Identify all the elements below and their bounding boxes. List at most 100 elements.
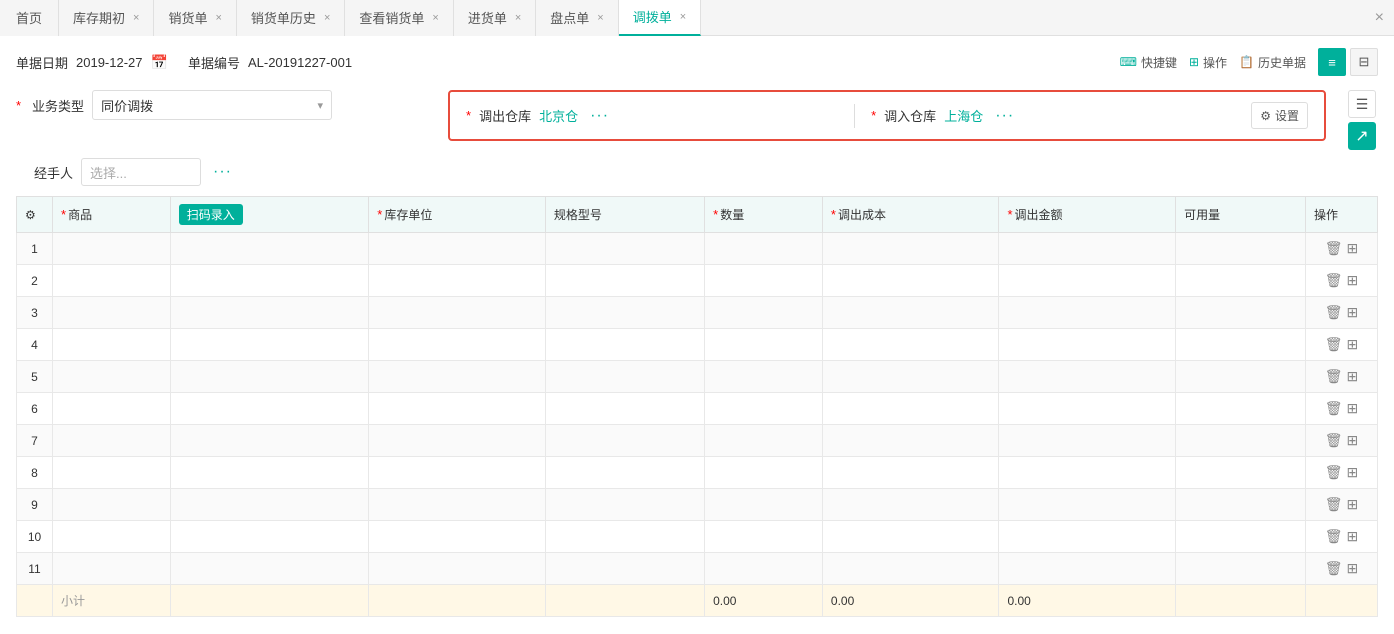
out-warehouse-value[interactable]: 北京仓 [539, 106, 578, 125]
tab-home[interactable]: 首页 [0, 0, 59, 36]
row-11-quantity[interactable] [705, 553, 823, 585]
row-6-cost[interactable] [822, 393, 999, 425]
row-10-unit[interactable] [369, 521, 546, 553]
row-5-unit[interactable] [369, 361, 546, 393]
history-btn[interactable]: 📋 历史单据 [1239, 54, 1306, 71]
row-6-product[interactable] [53, 393, 171, 425]
copy-icon-10[interactable]: ⊞ [1347, 528, 1359, 545]
sidebar-link-icon[interactable]: ↗ [1348, 122, 1376, 150]
row-4-unit[interactable] [369, 329, 546, 361]
row-8-amount[interactable] [999, 457, 1176, 489]
row-8-quantity[interactable] [705, 457, 823, 489]
row-9-quantity[interactable] [705, 489, 823, 521]
row-4-cost[interactable] [822, 329, 999, 361]
tab-view-sales-close[interactable]: × [432, 12, 438, 24]
row-10-amount[interactable] [999, 521, 1176, 553]
copy-icon-9[interactable]: ⊞ [1347, 496, 1359, 513]
row-2-spec[interactable] [545, 265, 704, 297]
row-3-cost[interactable] [822, 297, 999, 329]
row-7-spec[interactable] [545, 425, 704, 457]
row-5-cost[interactable] [822, 361, 999, 393]
copy-icon-11[interactable]: ⊞ [1347, 560, 1359, 577]
scan-button[interactable]: 扫码录入 [179, 204, 243, 225]
row-5-amount[interactable] [999, 361, 1176, 393]
row-6-spec[interactable] [545, 393, 704, 425]
operations-btn[interactable]: ⊞ 操作 [1189, 54, 1227, 71]
delete-icon-10[interactable]: 🗑 [1325, 528, 1343, 545]
delete-icon-9[interactable]: 🗑 [1325, 496, 1343, 513]
row-9-cost[interactable] [822, 489, 999, 521]
tab-transfer-order-close[interactable]: × [680, 11, 686, 23]
list-view-btn[interactable]: ≡ [1318, 48, 1346, 76]
delete-icon-6[interactable]: 🗑 [1325, 400, 1343, 417]
row-10-spec[interactable] [545, 521, 704, 553]
copy-icon-6[interactable]: ⊞ [1347, 400, 1359, 417]
delete-icon-1[interactable]: 🗑 [1325, 240, 1343, 257]
delete-icon-3[interactable]: 🗑 [1325, 304, 1343, 321]
row-11-amount[interactable] [999, 553, 1176, 585]
row-7-cost[interactable] [822, 425, 999, 457]
row-3-product[interactable] [53, 297, 171, 329]
calendar-icon[interactable]: 📅 [151, 54, 168, 71]
row-2-product[interactable] [53, 265, 171, 297]
row-3-spec[interactable] [545, 297, 704, 329]
out-warehouse-dots-btn[interactable]: ··· [586, 107, 613, 125]
sidebar-list-icon[interactable]: ☰ [1348, 90, 1376, 118]
row-2-cost[interactable] [822, 265, 999, 297]
copy-icon-7[interactable]: ⊞ [1347, 432, 1359, 449]
row-7-amount[interactable] [999, 425, 1176, 457]
tab-transfer-order[interactable]: 调拨单 × [619, 0, 701, 36]
row-3-amount[interactable] [999, 297, 1176, 329]
delete-icon-5[interactable]: 🗑 [1325, 368, 1343, 385]
row-6-quantity[interactable] [705, 393, 823, 425]
copy-icon-5[interactable]: ⊞ [1347, 368, 1359, 385]
row-1-spec[interactable] [545, 233, 704, 265]
tab-inventory-check[interactable]: 盘点单 × [536, 0, 618, 36]
row-4-product[interactable] [53, 329, 171, 361]
row-5-product[interactable] [53, 361, 171, 393]
handler-dots-btn[interactable]: ··· [209, 163, 236, 181]
in-warehouse-dots-btn[interactable]: ··· [991, 107, 1018, 125]
delete-icon-4[interactable]: 🗑 [1325, 336, 1343, 353]
copy-icon-1[interactable]: ⊞ [1347, 240, 1359, 257]
row-1-amount[interactable] [999, 233, 1176, 265]
row-2-amount[interactable] [999, 265, 1176, 297]
row-1-product[interactable] [53, 233, 171, 265]
row-8-spec[interactable] [545, 457, 704, 489]
row-8-unit[interactable] [369, 457, 546, 489]
row-8-product[interactable] [53, 457, 171, 489]
th-gear[interactable]: ⚙ [17, 197, 53, 233]
row-5-quantity[interactable] [705, 361, 823, 393]
delete-icon-8[interactable]: 🗑 [1325, 464, 1343, 481]
tab-sales-order-close[interactable]: × [215, 12, 221, 24]
row-7-quantity[interactable] [705, 425, 823, 457]
tab-purchase-order[interactable]: 进货单 × [454, 0, 536, 36]
row-1-quantity[interactable] [705, 233, 823, 265]
row-7-product[interactable] [53, 425, 171, 457]
row-10-cost[interactable] [822, 521, 999, 553]
tab-view-sales[interactable]: 查看销货单 × [345, 0, 453, 36]
row-2-quantity[interactable] [705, 265, 823, 297]
row-4-spec[interactable] [545, 329, 704, 361]
row-11-spec[interactable] [545, 553, 704, 585]
handler-select[interactable]: 选择... [81, 158, 201, 186]
row-4-amount[interactable] [999, 329, 1176, 361]
in-warehouse-value[interactable]: 上海仓 [944, 106, 983, 125]
delete-icon-7[interactable]: 🗑 [1325, 432, 1343, 449]
row-5-spec[interactable] [545, 361, 704, 393]
tab-inventory-init-close[interactable]: × [133, 12, 139, 24]
row-1-cost[interactable] [822, 233, 999, 265]
copy-icon-3[interactable]: ⊞ [1347, 304, 1359, 321]
row-8-cost[interactable] [822, 457, 999, 489]
shortcuts-btn[interactable]: ⌨ 快捷键 [1120, 54, 1177, 71]
tab-purchase-order-close[interactable]: × [515, 12, 521, 24]
row-6-amount[interactable] [999, 393, 1176, 425]
grid-view-btn[interactable]: ⊟ [1350, 48, 1378, 76]
tab-inventory-check-close[interactable]: × [597, 12, 603, 24]
row-2-unit[interactable] [369, 265, 546, 297]
delete-icon-2[interactable]: 🗑 [1325, 272, 1343, 289]
row-11-unit[interactable] [369, 553, 546, 585]
row-3-unit[interactable] [369, 297, 546, 329]
copy-icon-2[interactable]: ⊞ [1347, 272, 1359, 289]
row-9-product[interactable] [53, 489, 171, 521]
